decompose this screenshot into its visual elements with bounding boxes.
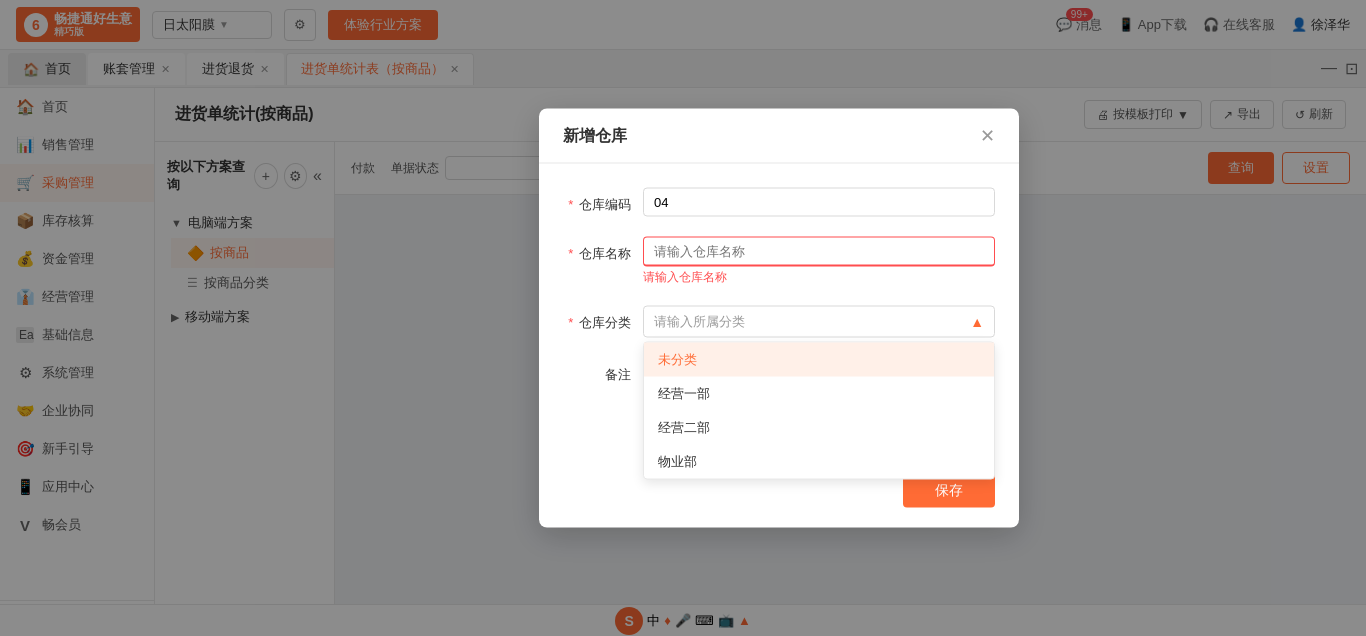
category-option-0[interactable]: 未分类 [644,343,994,377]
code-label: * 仓库编码 [563,188,643,214]
modal-header: 新增仓库 ✕ [539,109,1019,164]
category-option-2[interactable]: 经营二部 [644,411,994,445]
name-error-message: 请输入仓库名称 [643,269,995,286]
code-input[interactable] [643,188,995,217]
category-arrow-icon: ▲ [970,314,984,330]
modal-title: 新增仓库 [563,125,627,146]
remark-label: 备注 [563,358,643,384]
add-warehouse-modal: 新增仓库 ✕ * 仓库编码 * 仓库名称 请输入仓库名称 * [539,109,1019,528]
category-field-row: * 仓库分类 请输入所属分类 ▲ 未分类 经营一部 经营二部 物业部 [563,306,995,338]
name-field-row: * 仓库名称 请输入仓库名称 [563,237,995,286]
name-label: * 仓库名称 [563,237,643,263]
name-input[interactable] [643,237,995,267]
category-option-3[interactable]: 物业部 [644,445,994,479]
category-option-1[interactable]: 经营一部 [644,377,994,411]
name-required-mark: * [568,246,573,261]
category-dropdown: 请输入所属分类 ▲ 未分类 经营一部 经营二部 物业部 [643,306,995,338]
category-required-mark: * [568,315,573,330]
name-field-wrapper: 请输入仓库名称 [643,237,995,286]
code-field-row: * 仓库编码 [563,188,995,217]
category-dropdown-list: 未分类 经营一部 经营二部 物业部 [643,342,995,480]
code-required-mark: * [568,197,573,212]
modal-body: * 仓库编码 * 仓库名称 请输入仓库名称 * 仓库分类 [539,164,1019,462]
category-label: * 仓库分类 [563,306,643,332]
modal-close-button[interactable]: ✕ [980,125,995,147]
category-placeholder: 请输入所属分类 [654,313,745,331]
category-dropdown-trigger[interactable]: 请输入所属分类 ▲ [643,306,995,338]
